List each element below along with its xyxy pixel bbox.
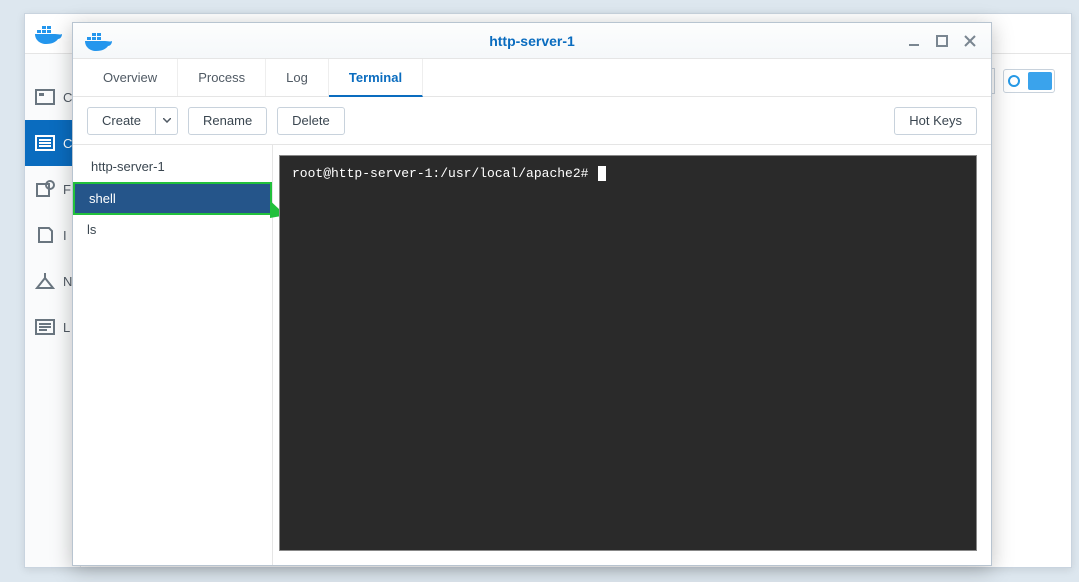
list-icon — [35, 133, 55, 153]
tab-log[interactable]: Log — [266, 59, 329, 96]
create-dropdown-button[interactable] — [156, 107, 178, 135]
rename-button[interactable]: Rename — [188, 107, 267, 135]
delete-button[interactable]: Delete — [277, 107, 345, 135]
log-icon — [35, 317, 55, 337]
session-item-shell[interactable]: shell — [73, 182, 272, 215]
terminal-toolbar: Create Rename Delete Hot Keys — [73, 97, 991, 145]
terminal-pane: root@http-server-1:/usr/local/apache2# — [273, 145, 991, 565]
tab-overview[interactable]: Overview — [83, 59, 178, 96]
minimize-button[interactable] — [907, 34, 921, 48]
hotkeys-button[interactable]: Hot Keys — [894, 107, 977, 135]
session-item-ls[interactable]: ls — [73, 215, 272, 244]
image-icon — [35, 225, 55, 245]
terminal-session-list: http-server-1 shell ls — [73, 145, 273, 565]
chevron-down-icon — [163, 118, 171, 123]
terminal-prompt: root@http-server-1:/usr/local/apache2# — [292, 166, 596, 181]
modal-title: http-server-1 — [489, 33, 575, 49]
close-button[interactable] — [963, 34, 977, 48]
modal-tabs: Overview Process Log Terminal — [73, 59, 991, 97]
running-toggle[interactable] — [1003, 69, 1055, 93]
tab-process[interactable]: Process — [178, 59, 266, 96]
modal-titlebar[interactable]: http-server-1 — [73, 23, 991, 59]
registry-icon — [35, 179, 55, 199]
circle-icon — [1008, 75, 1020, 87]
session-root[interactable]: http-server-1 — [87, 151, 258, 182]
terminal-output[interactable]: root@http-server-1:/usr/local/apache2# — [279, 155, 977, 551]
maximize-button[interactable] — [935, 34, 949, 48]
docker-whale-icon — [85, 31, 113, 51]
create-split-button: Create — [87, 107, 178, 135]
container-detail-modal: http-server-1 Overview Process Log Termi… — [72, 22, 992, 566]
docker-whale-icon — [35, 24, 63, 44]
network-icon — [35, 271, 55, 291]
terminal-cursor-icon — [598, 166, 606, 181]
card-icon — [35, 87, 55, 107]
create-button[interactable]: Create — [87, 107, 156, 135]
tab-terminal[interactable]: Terminal — [329, 59, 423, 97]
